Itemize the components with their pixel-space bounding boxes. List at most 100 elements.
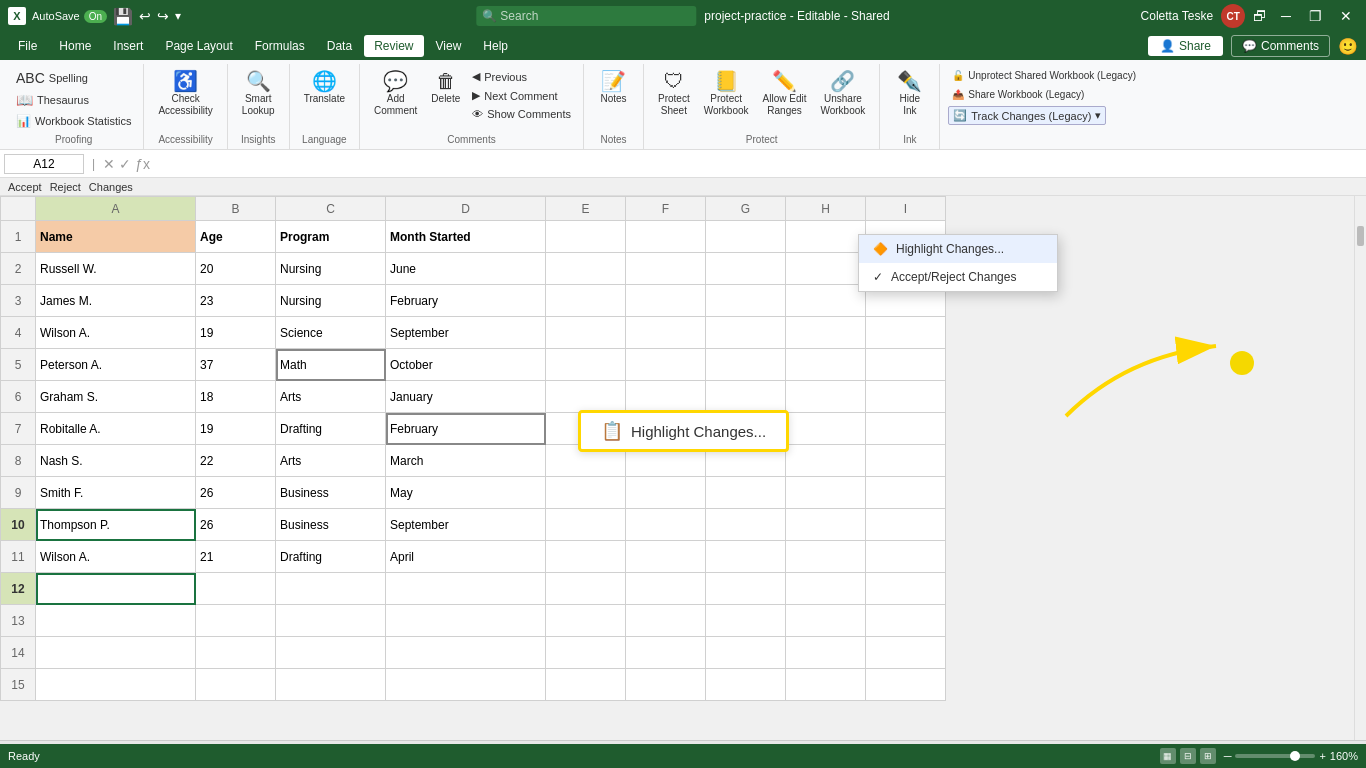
save-icon[interactable]: 💾	[113, 7, 133, 26]
customize-icon[interactable]: ▾	[175, 9, 181, 23]
cancel-formula-icon[interactable]: ✕	[103, 156, 115, 172]
cell-c5[interactable]: Math	[276, 349, 386, 381]
cell-d3[interactable]: February	[386, 285, 546, 317]
cell-i14[interactable]	[866, 637, 946, 669]
col-header-h[interactable]: H	[786, 197, 866, 221]
cell-a12[interactable]	[36, 573, 196, 605]
cell-c6[interactable]: Arts	[276, 381, 386, 413]
cell-f10[interactable]	[626, 509, 706, 541]
cell-h14[interactable]	[786, 637, 866, 669]
cell-f3[interactable]	[626, 285, 706, 317]
cell-i4[interactable]	[866, 317, 946, 349]
normal-view-icon[interactable]: ▦	[1160, 748, 1176, 764]
redo-icon[interactable]: ↪	[157, 8, 169, 24]
cell-f14[interactable]	[626, 637, 706, 669]
col-header-d[interactable]: D	[386, 197, 546, 221]
unprotect-shared-button[interactable]: 🔓 Unprotect Shared Workbook (Legacy)	[948, 68, 1140, 83]
cell-b8[interactable]: 22	[196, 445, 276, 477]
track-changes-button[interactable]: 🔄 Track Changes (Legacy) ▾	[948, 106, 1106, 125]
cell-g5[interactable]	[706, 349, 786, 381]
cell-e6[interactable]	[546, 381, 626, 413]
cell-b7[interactable]: 19	[196, 413, 276, 445]
cell-h12[interactable]	[786, 573, 866, 605]
insert-function-icon[interactable]: ƒx	[135, 156, 150, 172]
cell-c7[interactable]: Drafting	[276, 413, 386, 445]
cell-h6[interactable]	[786, 381, 866, 413]
cell-f15[interactable]	[626, 669, 706, 701]
cell-g3[interactable]	[706, 285, 786, 317]
confirm-formula-icon[interactable]: ✓	[119, 156, 131, 172]
allow-edit-button[interactable]: ✏️ Allow EditRanges	[757, 68, 813, 120]
cell-i15[interactable]	[866, 669, 946, 701]
cell-g13[interactable]	[706, 605, 786, 637]
col-header-g[interactable]: G	[706, 197, 786, 221]
cell-i6[interactable]	[866, 381, 946, 413]
menu-file[interactable]: File	[8, 35, 47, 57]
spelling-button[interactable]: ABC Spelling	[12, 68, 135, 88]
restore-button[interactable]: ❐	[1303, 6, 1328, 26]
cell-d1[interactable]: Month Started	[386, 221, 546, 253]
add-comment-button[interactable]: 💬 AddComment	[368, 68, 423, 120]
col-header-e[interactable]: E	[546, 197, 626, 221]
cell-i12[interactable]	[866, 573, 946, 605]
thesaurus-button[interactable]: 📖 Thesaurus	[12, 90, 135, 110]
delete-comment-button[interactable]: 🗑 Delete	[425, 68, 466, 108]
cell-i13[interactable]	[866, 605, 946, 637]
check-accessibility-button[interactable]: ♿ CheckAccessibility	[152, 68, 218, 120]
cell-f13[interactable]	[626, 605, 706, 637]
workbook-stats-button[interactable]: 📊 Workbook Statistics	[12, 112, 135, 130]
highlight-changes-item[interactable]: 🔶 Highlight Changes...	[859, 235, 1057, 263]
accept-reject-item[interactable]: ✓ Accept/Reject Changes	[859, 263, 1057, 291]
cell-h5[interactable]	[786, 349, 866, 381]
protect-workbook-button[interactable]: 📒 ProtectWorkbook	[698, 68, 755, 120]
cell-d9[interactable]: May	[386, 477, 546, 509]
cell-b5[interactable]: 37	[196, 349, 276, 381]
cell-f12[interactable]	[626, 573, 706, 605]
cell-b13[interactable]	[196, 605, 276, 637]
cell-a5[interactable]: Peterson A.	[36, 349, 196, 381]
cell-f11[interactable]	[626, 541, 706, 573]
cell-d2[interactable]: June	[386, 253, 546, 285]
cell-a15[interactable]	[36, 669, 196, 701]
cell-c3[interactable]: Nursing	[276, 285, 386, 317]
cell-g12[interactable]	[706, 573, 786, 605]
cell-c8[interactable]: Arts	[276, 445, 386, 477]
vertical-scrollbar[interactable]	[1354, 196, 1366, 740]
menu-page-layout[interactable]: Page Layout	[155, 35, 242, 57]
cell-h3[interactable]	[786, 285, 866, 317]
share-workbook-legacy-button[interactable]: 📤 Share Workbook (Legacy)	[948, 87, 1088, 102]
cell-e12[interactable]	[546, 573, 626, 605]
cell-c13[interactable]	[276, 605, 386, 637]
menu-view[interactable]: View	[426, 35, 472, 57]
cell-a8[interactable]: Nash S.	[36, 445, 196, 477]
cell-h10[interactable]	[786, 509, 866, 541]
cell-d13[interactable]	[386, 605, 546, 637]
cell-a14[interactable]	[36, 637, 196, 669]
cell-a3[interactable]: James M.	[36, 285, 196, 317]
menu-data[interactable]: Data	[317, 35, 362, 57]
cell-a1[interactable]: Name	[36, 221, 196, 253]
hide-ink-button[interactable]: ✒️ HideInk	[890, 68, 930, 120]
cell-c10[interactable]: Business	[276, 509, 386, 541]
cell-e9[interactable]	[546, 477, 626, 509]
cell-b3[interactable]: 23	[196, 285, 276, 317]
cell-d5[interactable]: October	[386, 349, 546, 381]
cell-g15[interactable]	[706, 669, 786, 701]
cell-f4[interactable]	[626, 317, 706, 349]
smart-lookup-button[interactable]: 🔍 SmartLookup	[236, 68, 281, 120]
cell-i7[interactable]	[866, 413, 946, 445]
close-button[interactable]: ✕	[1334, 6, 1358, 26]
page-break-view-icon[interactable]: ⊞	[1200, 748, 1216, 764]
cell-e11[interactable]	[546, 541, 626, 573]
cell-e15[interactable]	[546, 669, 626, 701]
cell-b10[interactable]: 26	[196, 509, 276, 541]
cell-h2[interactable]	[786, 253, 866, 285]
menu-insert[interactable]: Insert	[103, 35, 153, 57]
cell-a11[interactable]: Wilson A.	[36, 541, 196, 573]
cell-a7[interactable]: Robitalle A.	[36, 413, 196, 445]
cell-e10[interactable]	[546, 509, 626, 541]
zoom-out-button[interactable]: ─	[1224, 750, 1232, 762]
cell-a2[interactable]: Russell W.	[36, 253, 196, 285]
cell-h7[interactable]	[786, 413, 866, 445]
minimize-button[interactable]: ─	[1275, 6, 1297, 26]
